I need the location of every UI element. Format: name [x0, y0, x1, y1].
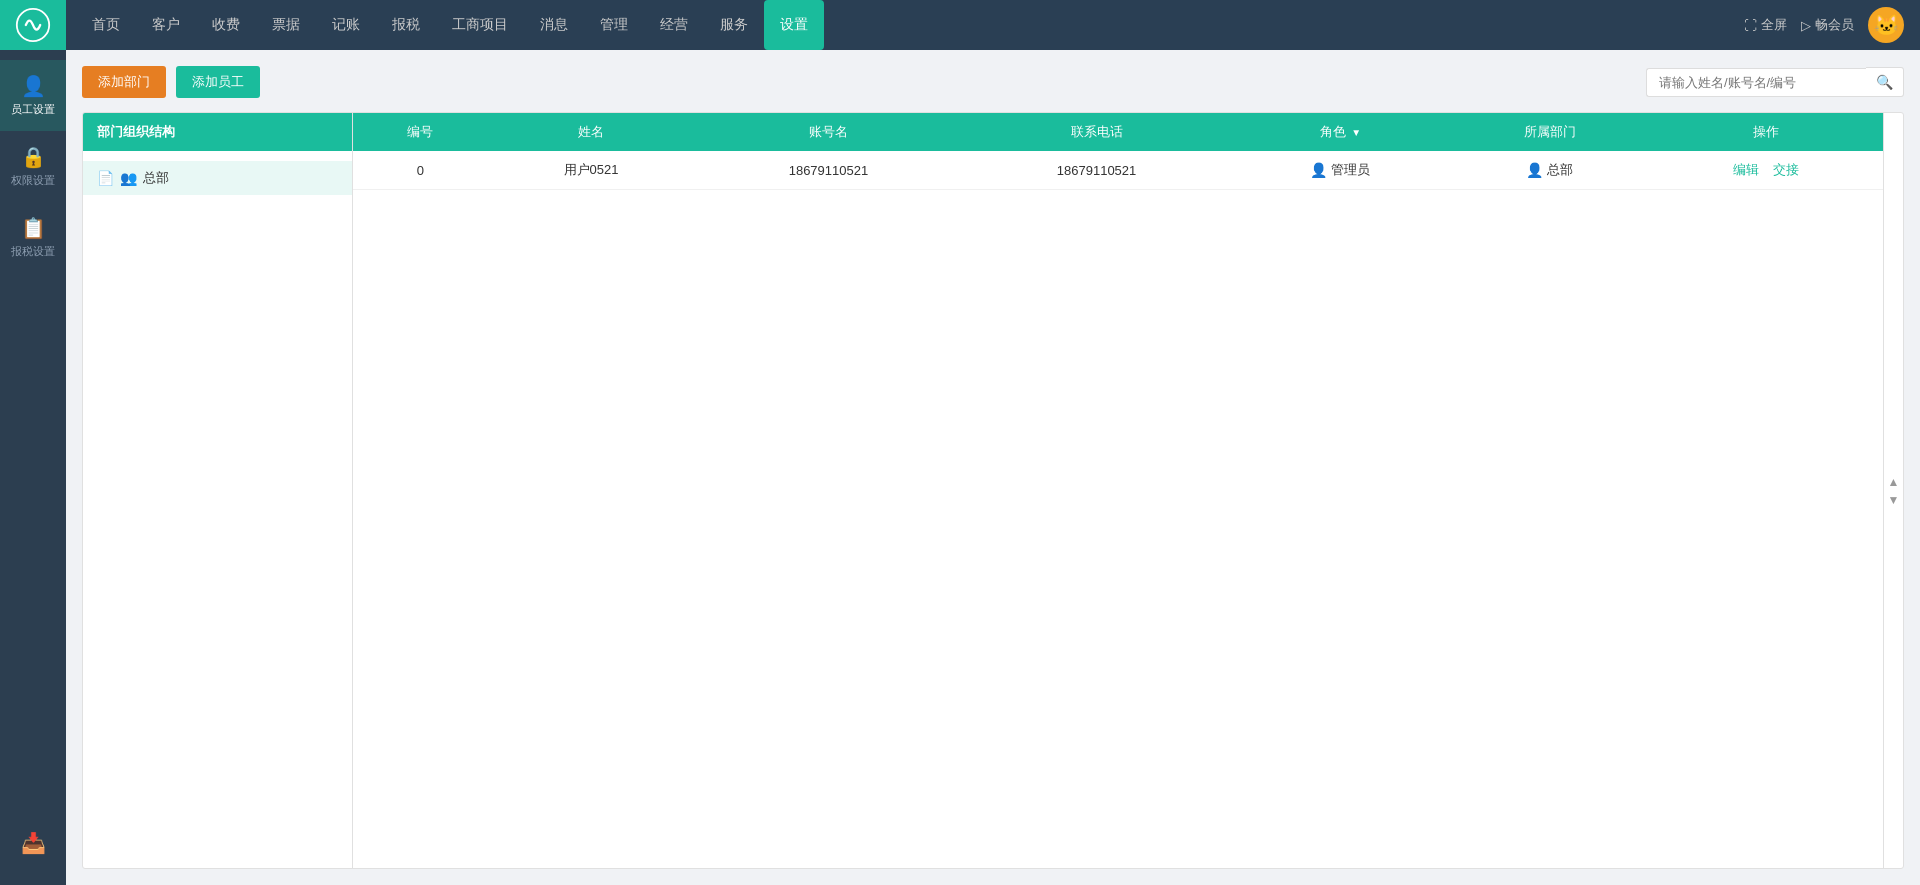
employee-table-wrapper: 编号 姓名 账号名 联系电话 角色 ▼ 所属部门 操作	[353, 113, 1883, 868]
nav-tax[interactable]: 报税	[376, 0, 436, 50]
cell-id: 0	[353, 151, 488, 190]
nav-business[interactable]: 工商项目	[436, 0, 524, 50]
role-icon: 👤	[1310, 162, 1327, 178]
dept-name: 总部	[143, 169, 169, 187]
cell-account: 18679110521	[694, 151, 962, 190]
file-icon: 📄	[97, 170, 114, 186]
dept-tree-item[interactable]: 📄 👥 总部	[83, 161, 352, 195]
search-area: 🔍	[1646, 67, 1904, 97]
tax-icon: 📋	[21, 216, 46, 240]
dept-user-icon: 👥	[120, 170, 137, 186]
user-avatar[interactable]: 🐱	[1868, 7, 1904, 43]
employee-table: 编号 姓名 账号名 联系电话 角色 ▼ 所属部门 操作	[353, 113, 1883, 190]
vip-button[interactable]: ▷ 畅会员	[1801, 16, 1854, 34]
table-row: 0 用户0521 18679110521 18679110521 👤 管理员	[353, 151, 1883, 190]
col-role-label: 角色	[1320, 124, 1346, 139]
cell-dept: 👤 总部	[1450, 151, 1649, 190]
nav-service[interactable]: 服务	[704, 0, 764, 50]
logo-icon	[15, 7, 51, 43]
search-button[interactable]: 🔍	[1866, 67, 1904, 97]
add-employee-button[interactable]: 添加员工	[176, 66, 260, 98]
download-icon: 📥	[21, 831, 46, 855]
col-name: 姓名	[488, 113, 695, 151]
dept-cell: 👤 总部	[1526, 161, 1573, 179]
nav-home[interactable]: 首页	[76, 0, 136, 50]
cell-name: 用户0521	[488, 151, 695, 190]
nav-accounting[interactable]: 记账	[316, 0, 376, 50]
nav-operations[interactable]: 经营	[644, 0, 704, 50]
table-header: 编号 姓名 账号名 联系电话 角色 ▼ 所属部门 操作	[353, 113, 1883, 151]
nav-message[interactable]: 消息	[524, 0, 584, 50]
scroll-up-button[interactable]: ▲	[1886, 473, 1902, 491]
sidebar-download-button[interactable]: 📥	[0, 817, 66, 869]
scroll-buttons: ▲ ▼	[1883, 113, 1903, 868]
sidebar-item-tax-settings[interactable]: 📋 报税设置	[0, 202, 66, 273]
role-badge: 👤 管理员	[1310, 161, 1370, 179]
col-id: 编号	[353, 113, 488, 151]
search-icon: 🔍	[1876, 74, 1893, 90]
cell-actions: 编辑 交接	[1650, 151, 1884, 190]
fullscreen-label: 全屏	[1761, 16, 1787, 34]
logo[interactable]	[0, 0, 66, 50]
filter-icon: ▼	[1351, 127, 1361, 138]
cell-role: 👤 管理员	[1231, 151, 1450, 190]
nav-invoice[interactable]: 票据	[256, 0, 316, 50]
role-name: 管理员	[1331, 161, 1370, 179]
top-navigation: 首页 客户 收费 票据 记账 报税 工商项目 消息 管理 经营 服务 设置 ⛶ …	[0, 0, 1920, 50]
dept-tree-header: 部门组织结构	[83, 113, 352, 151]
fullscreen-button[interactable]: ⛶ 全屏	[1744, 16, 1787, 34]
scroll-down-button[interactable]: ▼	[1886, 491, 1902, 509]
nav-fee[interactable]: 收费	[196, 0, 256, 50]
col-action: 操作	[1650, 113, 1884, 151]
dept-cell-name: 总部	[1547, 161, 1573, 179]
cell-phone: 18679110521	[963, 151, 1231, 190]
fullscreen-icon: ⛶	[1744, 18, 1757, 33]
nav-manage[interactable]: 管理	[584, 0, 644, 50]
department-tree: 部门组织结构 📄 👥 总部	[83, 113, 353, 868]
dept-tree-body: 📄 👥 总部	[83, 151, 352, 205]
nav-items: 首页 客户 收费 票据 记账 报税 工商项目 消息 管理 经营 服务 设置	[66, 0, 1744, 50]
col-dept: 所属部门	[1450, 113, 1649, 151]
sidebar-item-employee-settings[interactable]: 👤 员工设置	[0, 60, 66, 131]
add-department-button[interactable]: 添加部门	[82, 66, 166, 98]
split-panel: 部门组织结构 📄 👥 总部 编号 姓名 账号名	[82, 112, 1904, 869]
search-input[interactable]	[1646, 68, 1866, 97]
content-area: 添加部门 添加员工 🔍 部门组织结构 📄 👥 总部	[66, 50, 1920, 885]
main-layout: 👤 员工设置 🔒 权限设置 📋 报税设置 📥 添加部门 添加员工 🔍	[0, 50, 1920, 885]
nav-customer[interactable]: 客户	[136, 0, 196, 50]
col-account: 账号名	[694, 113, 962, 151]
edit-button[interactable]: 编辑	[1733, 162, 1759, 177]
lock-icon: 🔒	[21, 145, 46, 169]
sidebar-bottom: 📥	[0, 817, 66, 885]
toolbar: 添加部门 添加员工 🔍	[82, 66, 1904, 98]
vip-icon: ▷	[1801, 18, 1811, 33]
nav-settings[interactable]: 设置	[764, 0, 824, 50]
table-body: 0 用户0521 18679110521 18679110521 👤 管理员	[353, 151, 1883, 190]
dept-cell-icon: 👤	[1526, 162, 1543, 178]
col-phone: 联系电话	[963, 113, 1231, 151]
nav-right: ⛶ 全屏 ▷ 畅会员 🐱	[1744, 7, 1920, 43]
employee-icon: 👤	[21, 74, 46, 98]
sidebar-employee-label: 员工设置	[11, 102, 55, 117]
sidebar-tax-label: 报税设置	[11, 244, 55, 259]
handover-button[interactable]: 交接	[1773, 162, 1799, 177]
col-role[interactable]: 角色 ▼	[1231, 113, 1450, 151]
vip-label: 畅会员	[1815, 16, 1854, 34]
sidebar-item-permission-settings[interactable]: 🔒 权限设置	[0, 131, 66, 202]
sidebar: 👤 员工设置 🔒 权限设置 📋 报税设置 📥	[0, 50, 66, 885]
sidebar-permission-label: 权限设置	[11, 173, 55, 188]
